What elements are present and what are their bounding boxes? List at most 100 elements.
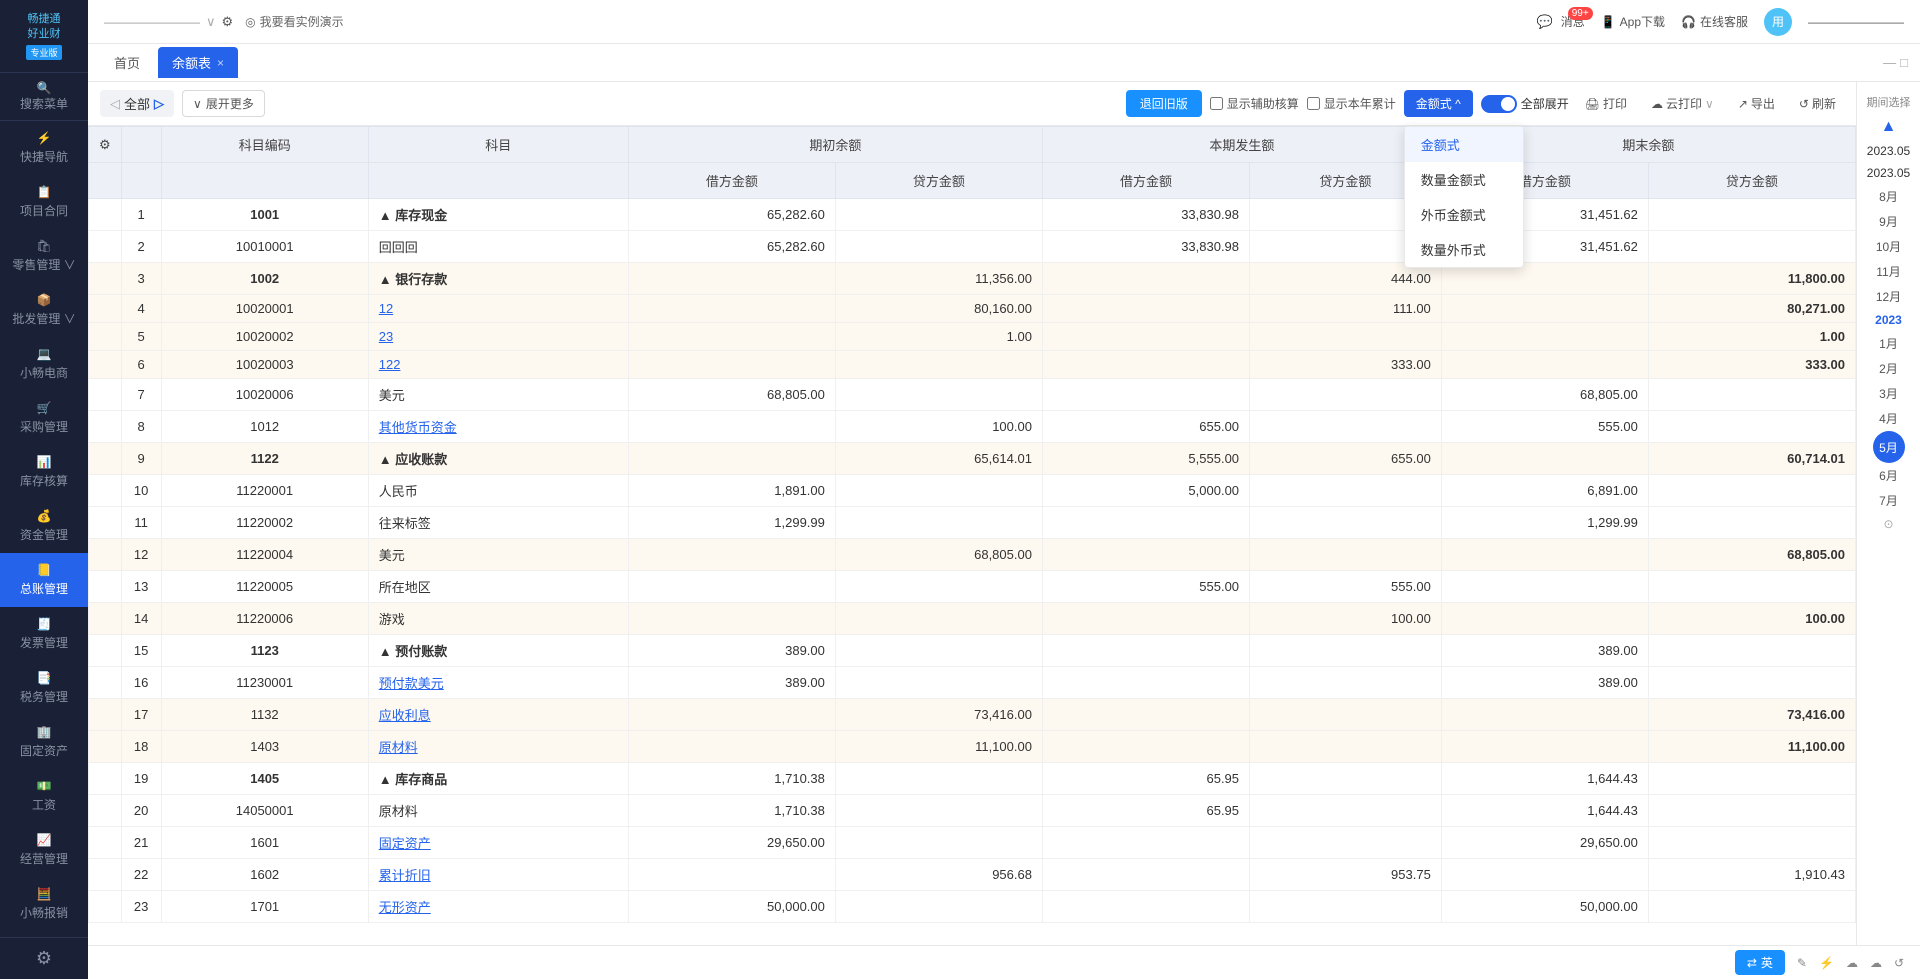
- purchase-icon: 🛒: [37, 401, 52, 415]
- print-btn[interactable]: 🖨 打印: [1577, 91, 1635, 116]
- refresh-btn[interactable]: ↺ 刷新: [1791, 91, 1844, 116]
- tab-home[interactable]: 首页: [100, 47, 154, 78]
- back-old-version-btn[interactable]: 退回旧版: [1126, 90, 1202, 117]
- row-name[interactable]: 预付款美元: [368, 667, 628, 699]
- row-credit-cur: [1250, 795, 1442, 827]
- row-name[interactable]: 原材料: [368, 731, 628, 763]
- expand-btn[interactable]: ∨ 展开更多: [182, 90, 265, 117]
- maximize-icon[interactable]: □: [1900, 55, 1908, 70]
- period-3[interactable]: 3月: [1867, 381, 1911, 406]
- row-debit-open: 29,650.00: [628, 827, 835, 859]
- row-debit-close: [1441, 351, 1648, 379]
- row-code: 1123: [161, 635, 368, 667]
- sidebar-item-purchase[interactable]: 🛒 采购管理: [0, 391, 88, 445]
- dropdown-item-foreign-amount[interactable]: 外币金额式: [1405, 197, 1523, 232]
- settings-icon[interactable]: ⚙: [222, 14, 234, 30]
- period-5[interactable]: 5月: [1873, 431, 1905, 463]
- row-name[interactable]: 23: [368, 323, 628, 351]
- period-collapse-icon[interactable]: ⊙: [1879, 513, 1897, 535]
- row-name[interactable]: 122: [368, 351, 628, 379]
- col-settings[interactable]: ⚙: [89, 127, 122, 163]
- row-credit-cur: [1250, 539, 1442, 571]
- sidebar-item-operations[interactable]: 📈 经营管理: [0, 823, 88, 877]
- period-11[interactable]: 11月: [1867, 259, 1911, 284]
- dropdown-item-qty-foreign[interactable]: 数量外币式: [1405, 232, 1523, 267]
- dropdown-item-qty-amount[interactable]: 数量金额式: [1405, 162, 1523, 197]
- row-debit-close: 1,299.99: [1441, 507, 1648, 539]
- translate-btn[interactable]: ⇄ 英: [1735, 950, 1785, 975]
- cloud-print-btn[interactable]: ☁ 云打印 ∨: [1643, 91, 1722, 116]
- tab-balance[interactable]: 余额表 ×: [158, 47, 238, 78]
- online-service-btn[interactable]: 🎧 在线客服: [1681, 13, 1748, 30]
- minimize-icon[interactable]: —: [1883, 55, 1896, 70]
- sidebar-item-ledger[interactable]: 📒 总账管理: [0, 553, 88, 607]
- period-up-arrow[interactable]: ▲: [1877, 114, 1901, 140]
- show-aux-checkbox[interactable]: [1210, 97, 1223, 110]
- sidebar-settings-icon[interactable]: ⚙: [36, 948, 52, 969]
- demo-link[interactable]: ◎ 我要看实例演示: [245, 13, 344, 30]
- sidebar-item-capital[interactable]: 💰 资金管理: [0, 499, 88, 553]
- row-no: 19: [121, 763, 161, 795]
- row-name[interactable]: 累计折旧: [368, 859, 628, 891]
- row-settings: [89, 891, 122, 923]
- period-10[interactable]: 10月: [1867, 234, 1911, 259]
- show-ytd-checkbox[interactable]: [1307, 97, 1320, 110]
- row-name[interactable]: 12: [368, 295, 628, 323]
- row-credit-open: 100.00: [835, 411, 1042, 443]
- expand-all-toggle[interactable]: [1481, 95, 1517, 113]
- row-debit-open: [628, 571, 835, 603]
- sidebar-item-shortcut[interactable]: ⚡ 快捷导航: [0, 121, 88, 175]
- row-credit-open: [835, 667, 1042, 699]
- period-8[interactable]: 8月: [1867, 184, 1911, 209]
- row-name[interactable]: 固定资产: [368, 827, 628, 859]
- row-name[interactable]: 其他货币资金: [368, 411, 628, 443]
- sidebar-item-payroll[interactable]: 💵 工资: [0, 769, 88, 823]
- bottom-icon-2[interactable]: ⚡: [1819, 956, 1834, 970]
- table-section: ◁ 全部 ▷ ∨ 展开更多 退回旧版 显示辅助核算: [88, 82, 1856, 945]
- translate-icon: ⇄: [1747, 956, 1757, 970]
- show-aux-wrap: 显示辅助核算: [1210, 95, 1299, 112]
- period-7[interactable]: 7月: [1867, 488, 1911, 513]
- bottom-icon-3[interactable]: ☁: [1846, 956, 1858, 970]
- style-btn[interactable]: 金额式 ^: [1404, 90, 1473, 117]
- sidebar-item-wholesale[interactable]: 📦 批发管理 ∨: [0, 283, 88, 337]
- breadcrumb-arrow-icon[interactable]: ▷: [154, 96, 164, 112]
- row-name[interactable]: 无形资产: [368, 891, 628, 923]
- sidebar-item-tax[interactable]: 📑 税务管理: [0, 661, 88, 715]
- user-avatar[interactable]: 用: [1764, 8, 1792, 36]
- bottom-icon-5[interactable]: ↺: [1894, 956, 1904, 970]
- row-name[interactable]: 应收利息: [368, 699, 628, 731]
- row-credit-close: [1648, 667, 1855, 699]
- export-btn[interactable]: ↗ 导出: [1730, 91, 1783, 116]
- period-9[interactable]: 9月: [1867, 209, 1911, 234]
- period-1[interactable]: 1月: [1867, 331, 1911, 356]
- sidebar-item-inventory[interactable]: 📊 库存核算: [0, 445, 88, 499]
- period-4[interactable]: 4月: [1867, 406, 1911, 431]
- tab-close-icon[interactable]: ×: [217, 56, 224, 70]
- row-debit-close: [1441, 295, 1648, 323]
- sidebar-item-retail[interactable]: 🛍 零售管理 ∨: [0, 229, 88, 283]
- row-debit-cur: [1042, 295, 1249, 323]
- sidebar-item-search[interactable]: 🔍 搜索菜单: [0, 73, 88, 121]
- period-12[interactable]: 12月: [1867, 284, 1911, 309]
- row-debit-open: 1,710.38: [628, 763, 835, 795]
- bottom-icon-4[interactable]: ☁: [1870, 956, 1882, 970]
- sidebar-item-invoice[interactable]: 🧾 发票管理: [0, 607, 88, 661]
- sidebar-item-reports[interactable]: 🧮 小畅报销: [0, 877, 88, 931]
- row-credit-close: [1648, 635, 1855, 667]
- chevron-down-icon[interactable]: ∨: [206, 14, 216, 30]
- period-6[interactable]: 6月: [1867, 463, 1911, 488]
- message-btn[interactable]: 💬 99+ 消息: [1537, 13, 1585, 30]
- dropdown-item-amount[interactable]: 金额式: [1405, 127, 1523, 162]
- period-title: 期间选择: [1867, 90, 1911, 114]
- sidebar-item-project[interactable]: 📋 项目合同: [0, 175, 88, 229]
- sidebar-item-assets[interactable]: 🏢 固定资产: [0, 715, 88, 769]
- message-icon: 💬: [1537, 14, 1553, 29]
- sidebar-logo: 畅捷通好业财 专业版: [0, 0, 88, 73]
- app-download-btn[interactable]: 📱 App下载: [1601, 13, 1665, 30]
- table-row: 21 1601 固定资产 29,650.00 29,650.00: [89, 827, 1856, 859]
- row-settings: [89, 507, 122, 539]
- sidebar-item-ecommerce[interactable]: 💻 小畅电商: [0, 337, 88, 391]
- bottom-icon-1[interactable]: ✎: [1797, 956, 1807, 970]
- period-2[interactable]: 2月: [1867, 356, 1911, 381]
